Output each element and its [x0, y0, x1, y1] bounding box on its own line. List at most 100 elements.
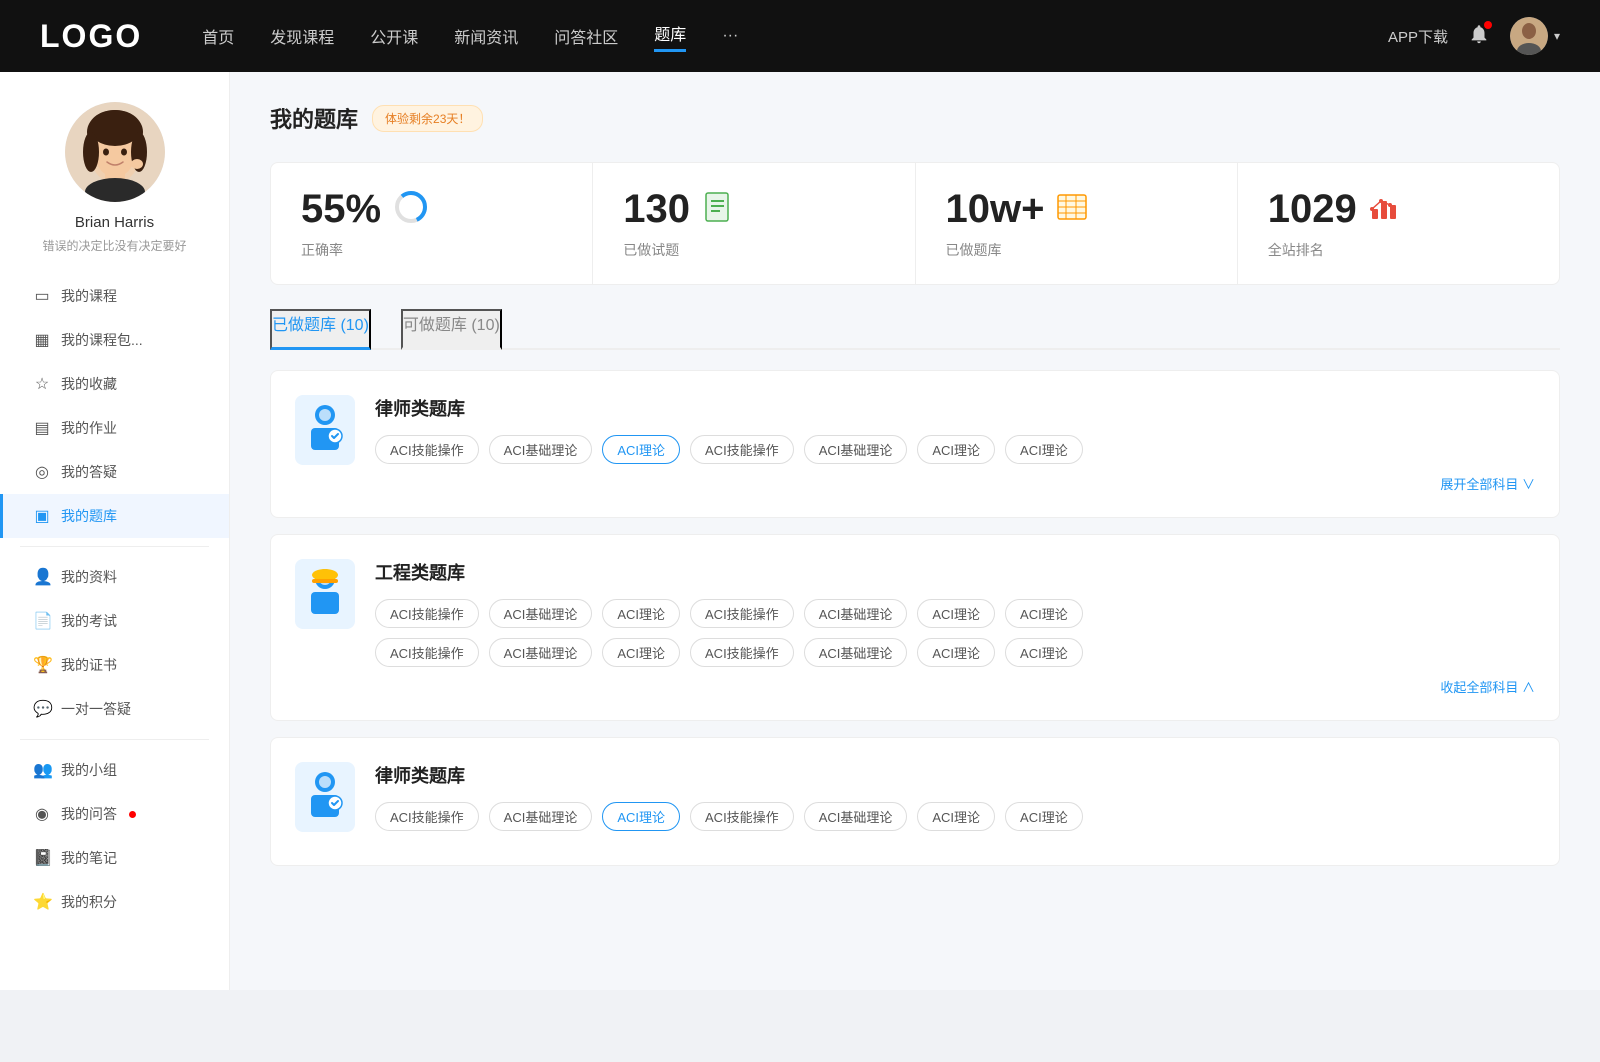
sidebar-item-question-bank[interactable]: ▣ 我的题库 [0, 494, 229, 538]
notification-bell[interactable] [1468, 23, 1490, 50]
stat-top-ranking: 1029 [1268, 187, 1529, 232]
tag-2b-7[interactable]: ACI理论 [1005, 638, 1083, 667]
sidebar-item-profile[interactable]: 👤 我的资料 [0, 555, 229, 599]
ranking-value: 1029 [1268, 187, 1357, 232]
sidebar-item-notes[interactable]: 📓 我的笔记 [0, 836, 229, 880]
tag-3-3[interactable]: ACI理论 [602, 802, 680, 831]
expand-button-1[interactable]: 展开全部科目 ∨ [375, 474, 1535, 493]
collapse-button-2[interactable]: 收起全部科目 ∧ [375, 677, 1535, 696]
tag-1-6[interactable]: ACI理论 [917, 435, 995, 464]
pie-chart-icon [393, 189, 429, 230]
tag-2b-5[interactable]: ACI基础理论 [804, 638, 908, 667]
qbank-card-lawyer-2: 律师类题库 ACI技能操作 ACI基础理论 ACI理论 ACI技能操作 ACI基… [270, 737, 1560, 866]
tag-2-5[interactable]: ACI基础理论 [804, 599, 908, 628]
tabs-row: 已做题库 (10) 可做题库 (10) [270, 309, 1560, 350]
tag-2b-1[interactable]: ACI技能操作 [375, 638, 479, 667]
ranking-label: 全站排名 [1268, 240, 1529, 260]
sidebar-item-qa[interactable]: ◎ 我的答疑 [0, 450, 229, 494]
tag-1-1[interactable]: ACI技能操作 [375, 435, 479, 464]
tag-2-1[interactable]: ACI技能操作 [375, 599, 479, 628]
tag-2b-3[interactable]: ACI理论 [602, 638, 680, 667]
package-icon: ▦ [33, 330, 51, 350]
tag-2-2[interactable]: ACI基础理论 [489, 599, 593, 628]
app-download[interactable]: APP下载 [1388, 26, 1448, 47]
homework-icon: ▤ [33, 418, 51, 438]
logo[interactable]: LOGO [40, 18, 142, 55]
sidebar-item-homework[interactable]: ▤ 我的作业 [0, 406, 229, 450]
accuracy-value: 55% [301, 187, 381, 232]
tag-2-6[interactable]: ACI理论 [917, 599, 995, 628]
qbank-header-3: 律师类题库 ACI技能操作 ACI基础理论 ACI理论 ACI技能操作 ACI基… [295, 762, 1535, 841]
tag-1-5[interactable]: ACI基础理论 [804, 435, 908, 464]
page-header: 我的题库 体验剩余23天！ [270, 102, 1560, 134]
sidebar-item-one-on-one[interactable]: 💬 一对一答疑 [0, 687, 229, 731]
tag-1-7[interactable]: ACI理论 [1005, 435, 1083, 464]
tag-1-4[interactable]: ACI技能操作 [690, 435, 794, 464]
sidebar-item-label: 我的答疑 [61, 462, 117, 482]
sidebar-item-exam[interactable]: 📄 我的考试 [0, 599, 229, 643]
qbank-content-2: 工程类题库 ACI技能操作 ACI基础理论 ACI理论 ACI技能操作 ACI基… [375, 559, 1535, 696]
nav-more[interactable]: ··· [722, 27, 738, 45]
nav-question-bank[interactable]: 题库 [654, 21, 686, 52]
sidebar: Brian Harris 错误的决定比没有决定要好 ▭ 我的课程 ▦ 我的课程包… [0, 72, 230, 990]
stats-row: 55% 正确率 130 [270, 162, 1560, 285]
notes-icon: 📓 [33, 848, 51, 868]
stat-ranking: 1029 全站排名 [1238, 163, 1559, 284]
tag-3-2[interactable]: ACI基础理论 [489, 802, 593, 831]
chevron-down-icon: ▾ [1554, 29, 1560, 43]
tag-3-6[interactable]: ACI理论 [917, 802, 995, 831]
sidebar-item-label: 我的问答 [61, 804, 117, 824]
tag-2b-6[interactable]: ACI理论 [917, 638, 995, 667]
tag-2-3[interactable]: ACI理论 [602, 599, 680, 628]
sidebar-item-group[interactable]: 👥 我的小组 [0, 748, 229, 792]
tag-2b-2[interactable]: ACI基础理论 [489, 638, 593, 667]
sidebar-item-certificate[interactable]: 🏆 我的证书 [0, 643, 229, 687]
my-qa-icon: ◉ [33, 804, 51, 824]
tag-3-5[interactable]: ACI基础理论 [804, 802, 908, 831]
sidebar-divider-1 [20, 546, 209, 547]
tag-2-4[interactable]: ACI技能操作 [690, 599, 794, 628]
sidebar-item-label: 我的课程包... [61, 330, 143, 350]
sidebar-item-course-package[interactable]: ▦ 我的课程包... [0, 318, 229, 362]
tab-available-banks[interactable]: 可做题库 (10) [401, 309, 502, 350]
tag-2b-4[interactable]: ACI技能操作 [690, 638, 794, 667]
user-avatar-nav[interactable]: ▾ [1510, 17, 1560, 55]
nav-open-course[interactable]: 公开课 [370, 24, 418, 48]
sidebar-item-my-courses[interactable]: ▭ 我的课程 [0, 274, 229, 318]
tag-1-2[interactable]: ACI基础理论 [489, 435, 593, 464]
notification-dot [1484, 21, 1492, 29]
exam-icon: 📄 [33, 611, 51, 631]
page-title: 我的题库 [270, 102, 358, 134]
qbank-tags-2a: ACI技能操作 ACI基础理论 ACI理论 ACI技能操作 ACI基础理论 AC… [375, 599, 1535, 628]
bank-icon: ▣ [33, 506, 51, 526]
nav-discover[interactable]: 发现课程 [270, 24, 334, 48]
group-icon: 👥 [33, 760, 51, 780]
sidebar-item-label: 一对一答疑 [61, 699, 131, 719]
sidebar-menu: ▭ 我的课程 ▦ 我的课程包... ☆ 我的收藏 ▤ 我的作业 ◎ 我的答疑 ▣… [0, 274, 229, 924]
tab-done-banks[interactable]: 已做题库 (10) [270, 309, 371, 350]
tag-2-7[interactable]: ACI理论 [1005, 599, 1083, 628]
qbank-header-1: 律师类题库 ACI技能操作 ACI基础理论 ACI理论 ACI技能操作 ACI基… [295, 395, 1535, 493]
tag-3-7[interactable]: ACI理论 [1005, 802, 1083, 831]
points-icon: ⭐ [33, 892, 51, 912]
qbank-content-3: 律师类题库 ACI技能操作 ACI基础理论 ACI理论 ACI技能操作 ACI基… [375, 762, 1535, 841]
sidebar-divider-2 [20, 739, 209, 740]
sidebar-item-favorites[interactable]: ☆ 我的收藏 [0, 362, 229, 406]
nav-home[interactable]: 首页 [202, 24, 234, 48]
tag-3-1[interactable]: ACI技能操作 [375, 802, 479, 831]
tag-1-3[interactable]: ACI理论 [602, 435, 680, 464]
unread-dot [129, 811, 136, 818]
sidebar-item-label: 我的笔记 [61, 848, 117, 868]
lawyer-icon-2 [295, 762, 355, 832]
user-avatar [65, 102, 165, 202]
main-content: 我的题库 体验剩余23天！ 55% 正确率 [230, 72, 1600, 990]
nav-qa[interactable]: 问答社区 [554, 24, 618, 48]
nav-news[interactable]: 新闻资讯 [454, 24, 518, 48]
tag-3-4[interactable]: ACI技能操作 [690, 802, 794, 831]
qbank-title-2: 工程类题库 [375, 559, 1535, 585]
qbank-card-engineer: 工程类题库 ACI技能操作 ACI基础理论 ACI理论 ACI技能操作 ACI基… [270, 534, 1560, 721]
sidebar-item-points[interactable]: ⭐ 我的积分 [0, 880, 229, 924]
qbank-title-3: 律师类题库 [375, 762, 1535, 788]
sidebar-item-my-qa[interactable]: ◉ 我的问答 [0, 792, 229, 836]
chat-icon: 💬 [33, 699, 51, 719]
